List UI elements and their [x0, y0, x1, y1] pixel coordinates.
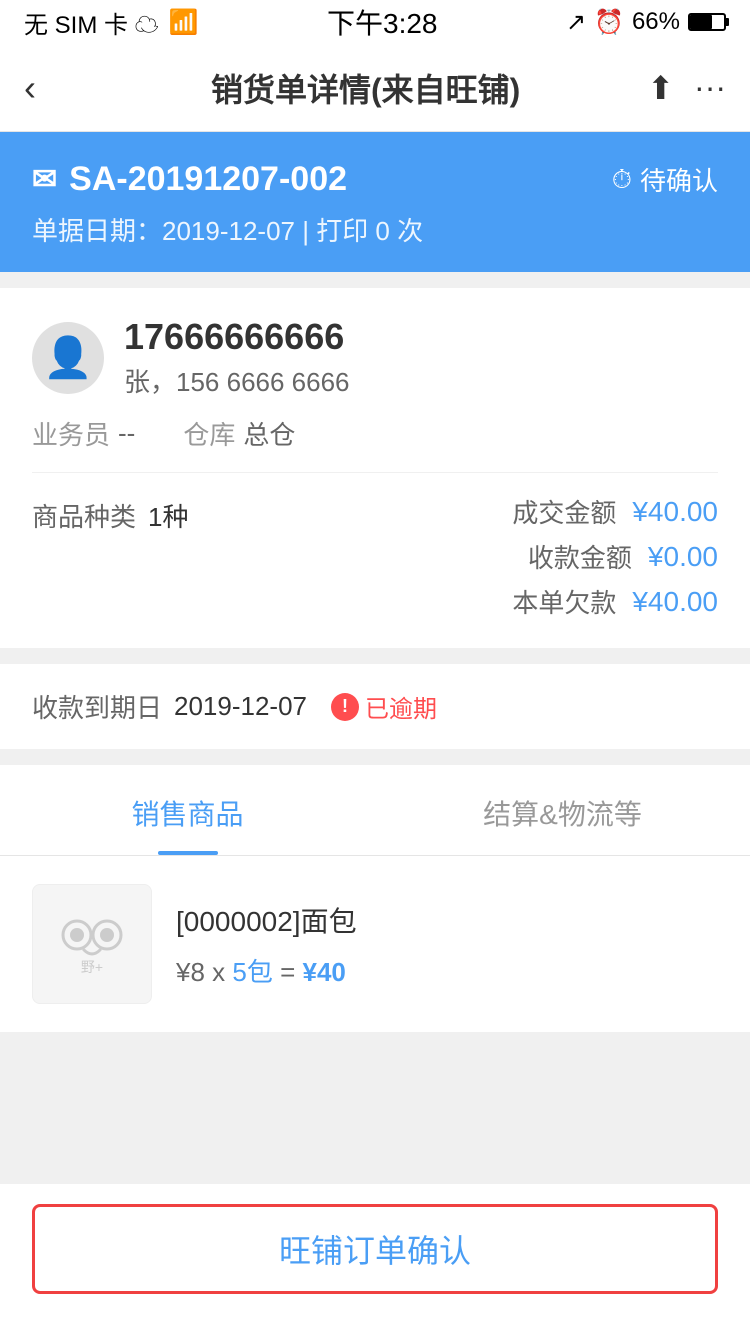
product-info: [0000002]面包 ¥8 x 5包 = ¥40: [176, 900, 718, 989]
bottom-area: 旺铺订单确认: [0, 1184, 750, 1334]
tabs-header: 销售商品 结算&物流等: [0, 765, 750, 856]
due-date-section: 收款到期日 2019-12-07 ! 已逾期: [0, 664, 750, 749]
received-amount-line: 收款金额 ¥0.00: [528, 538, 718, 575]
order-header-card: ✉ SA-20191207-002 ⏱ 待确认 单据日期：2019-12-07 …: [0, 132, 750, 272]
sales-value: --: [118, 418, 135, 449]
battery-icon: [688, 13, 726, 31]
customer-name: 张，156 6666 6666: [124, 362, 350, 399]
tab-sales-goods[interactable]: 销售商品: [0, 765, 375, 855]
deal-amount-line: 成交金额 ¥40.00: [512, 493, 718, 530]
more-icon[interactable]: ···: [694, 69, 726, 106]
goods-type: 商品种类 1种: [32, 493, 188, 534]
sales-label: 业务员: [32, 415, 110, 452]
divider: [32, 472, 718, 473]
product-thumbnail: 野+: [32, 884, 152, 1004]
svg-text:野+: 野+: [81, 959, 103, 975]
customer-row: 👤 17666666666 张，156 6666 6666: [32, 316, 718, 399]
overdue-badge: ! 已逾期: [331, 689, 437, 724]
battery-percent: 66%: [632, 8, 680, 36]
overdue-text: 已逾期: [365, 689, 437, 724]
owed-value: ¥40.00: [632, 586, 718, 618]
location-icon: ↗: [566, 8, 586, 37]
customer-phone: 17666666666: [124, 316, 350, 358]
price-formula: ¥8 x: [176, 957, 232, 987]
page-title: 销货单详情(来自旺铺): [84, 65, 647, 111]
status-left: 无 SIM 卡 ☁ 📶: [24, 5, 199, 40]
overdue-warning-icon: !: [331, 693, 359, 721]
status-time: 下午3:28: [327, 2, 438, 42]
tab-settlement[interactable]: 结算&物流等: [375, 765, 750, 855]
due-label: 收款到期日: [32, 688, 162, 725]
goods-type-value: 1种: [148, 497, 188, 534]
amounts-right: 成交金额 ¥40.00 收款金额 ¥0.00 本单欠款 ¥40.00: [512, 493, 718, 620]
warehouse-meta: 仓库 总仓: [183, 415, 295, 452]
back-button[interactable]: ‹: [24, 67, 84, 109]
tabs-section: 销售商品 结算&物流等 野+ [0000002]面包 ¥8 x 5包 = ¥40: [0, 765, 750, 1032]
avatar-icon: 👤: [43, 334, 93, 381]
order-date: 单据日期：2019-12-07 | 打印 0 次: [32, 211, 718, 248]
nav-bar: ‹ 销货单详情(来自旺铺) ⬆ ···: [0, 44, 750, 132]
product-name: [0000002]面包: [176, 900, 718, 940]
wifi-icon: 📶: [169, 8, 199, 37]
avatar: 👤: [32, 322, 104, 394]
product-total: ¥40: [302, 957, 345, 987]
product-item: 野+ [0000002]面包 ¥8 x 5包 = ¥40: [0, 856, 750, 1032]
owed-label: 本单欠款: [512, 583, 616, 620]
sim-label: 无 SIM 卡 ☁: [24, 5, 159, 40]
status-clock-icon: ⏱: [612, 164, 632, 196]
status-right: ↗ ⏰ 66%: [566, 8, 726, 37]
received-value: ¥0.00: [648, 541, 718, 573]
customer-info: 17666666666 张，156 6666 6666: [124, 316, 350, 399]
deal-amount-value: ¥40.00: [632, 496, 718, 528]
deal-amount-label: 成交金额: [512, 493, 616, 530]
order-status-badge: ⏱ 待确认: [612, 161, 718, 198]
due-date: 2019-12-07: [174, 691, 307, 722]
confirm-order-button[interactable]: 旺铺订单确认: [32, 1204, 718, 1294]
order-id-text: SA-20191207-002: [69, 160, 347, 199]
share-icon[interactable]: ⬆: [647, 69, 674, 107]
amount-row: 商品种类 1种 成交金额 ¥40.00 收款金额 ¥0.00 本单欠款 ¥40.…: [32, 493, 718, 620]
price-separator: =: [273, 957, 303, 987]
product-qty: 5包: [232, 957, 272, 987]
goods-type-label: 商品种类: [32, 497, 136, 534]
order-id: ✉ SA-20191207-002: [32, 160, 347, 199]
status-bar: 无 SIM 卡 ☁ 📶 下午3:28 ↗ ⏰ 66%: [0, 0, 750, 44]
status-text: 待确认: [640, 161, 718, 198]
received-label: 收款金额: [528, 538, 632, 575]
customer-section: 👤 17666666666 张，156 6666 6666 业务员 -- 仓库 …: [0, 288, 750, 648]
product-logo: 野+: [52, 900, 132, 988]
product-price: ¥8 x 5包 = ¥40: [176, 952, 718, 989]
warehouse-label: 仓库: [183, 415, 235, 452]
warehouse-value: 总仓: [243, 415, 295, 452]
owed-amount-line: 本单欠款 ¥40.00: [512, 583, 718, 620]
order-id-icon: ✉: [32, 162, 57, 197]
sales-meta: 业务员 --: [32, 415, 135, 452]
nav-actions: ⬆ ···: [647, 69, 726, 107]
customer-meta: 业务员 -- 仓库 总仓: [32, 415, 718, 452]
alarm-icon: ⏰: [594, 8, 624, 37]
